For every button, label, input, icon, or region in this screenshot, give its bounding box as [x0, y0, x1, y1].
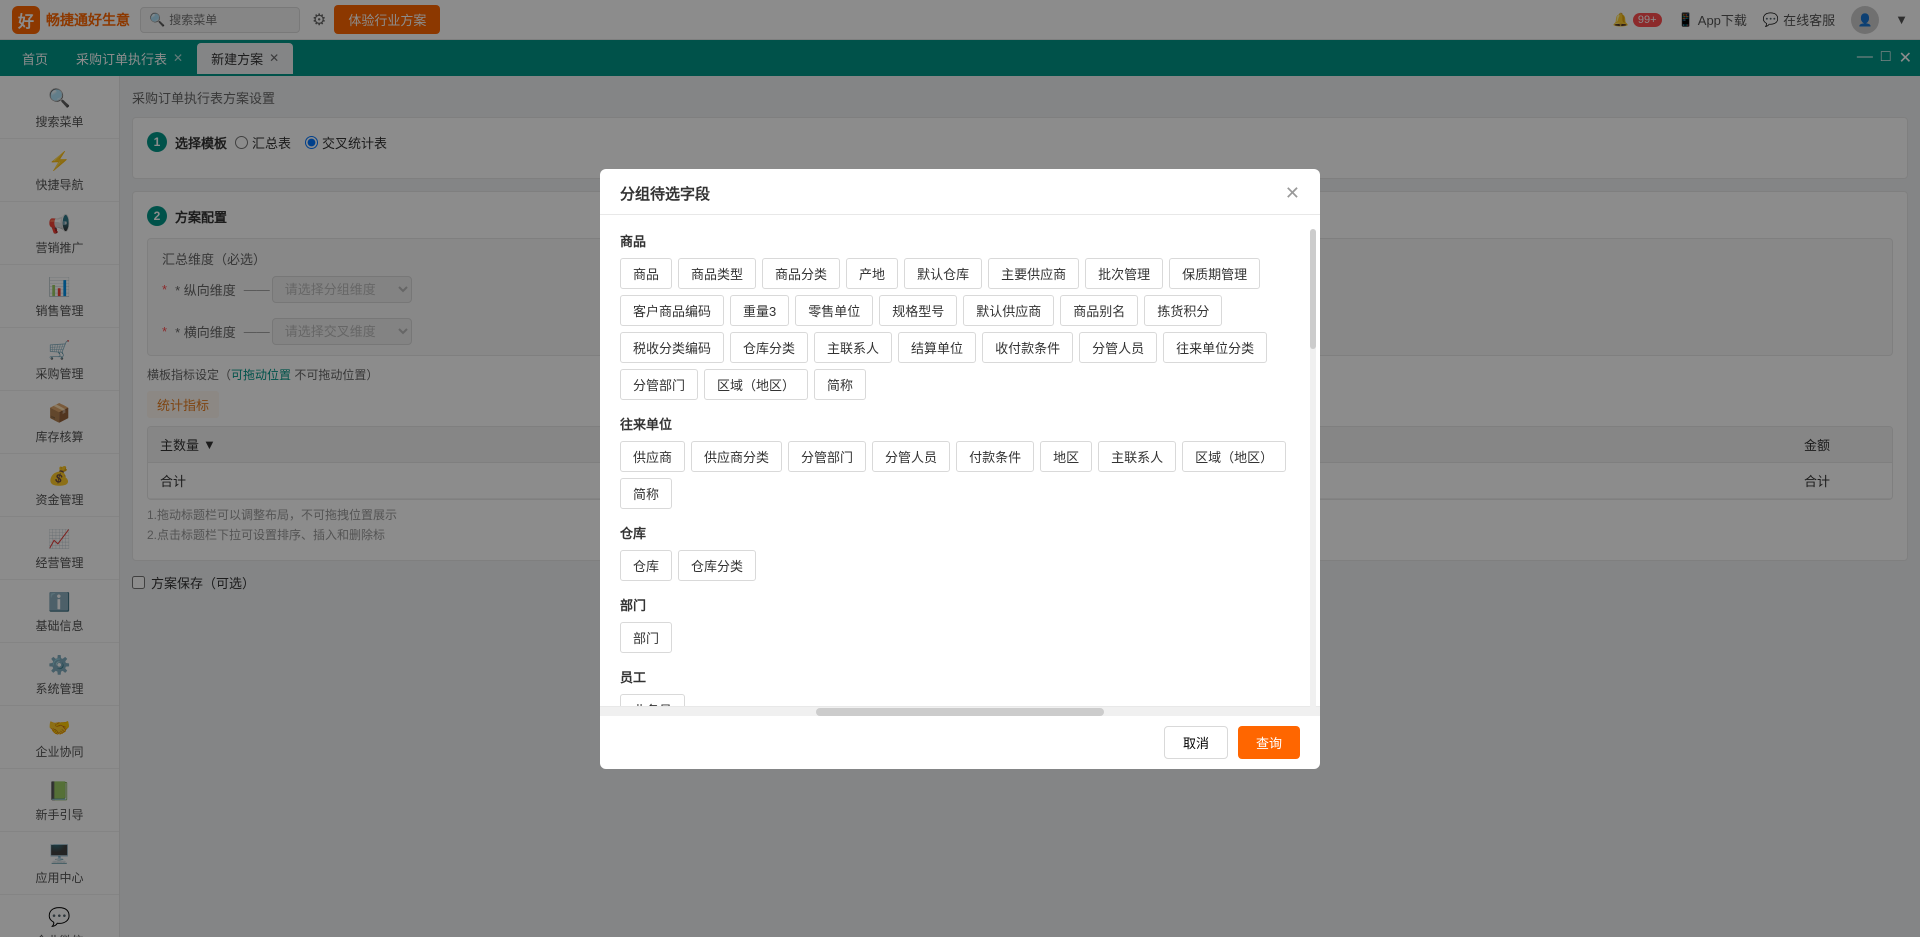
section-product-title: 商品	[620, 231, 1300, 250]
tag-supplier[interactable]: 供应商	[620, 441, 685, 472]
tag-partner-abbr[interactable]: 简称	[620, 478, 672, 509]
tag-warehouse-cat[interactable]: 仓库分类	[730, 332, 808, 363]
section-product: 商品 商品 商品类型 商品分类 产地 默认仓库 主要供应商 批次管理 保质期管理…	[620, 231, 1300, 400]
tag-payment-cond[interactable]: 付款条件	[956, 441, 1034, 472]
tag-warehouse-category[interactable]: 仓库分类	[678, 550, 756, 581]
tag-abbr[interactable]: 简称	[814, 369, 866, 400]
section-dept: 部门 部门	[620, 595, 1300, 653]
tag-product[interactable]: 商品	[620, 258, 672, 289]
tag-partner-supervisor[interactable]: 分管人员	[872, 441, 950, 472]
confirm-button[interactable]: 查询	[1238, 726, 1300, 759]
section-partner: 往来单位 供应商 供应商分类 分管部门 分管人员 付款条件 地区 主联系人 区域…	[620, 414, 1300, 509]
tag-product-type[interactable]: 商品类型	[678, 258, 756, 289]
tag-default-warehouse[interactable]: 默认仓库	[904, 258, 982, 289]
tag-main-contact[interactable]: 主联系人	[814, 332, 892, 363]
section-employee: 员工 业务员	[620, 667, 1300, 707]
tag-pick-points[interactable]: 拣货积分	[1144, 295, 1222, 326]
tag-default-supplier[interactable]: 默认供应商	[963, 295, 1054, 326]
tag-weight[interactable]: 重量3	[730, 295, 789, 326]
hscroll-thumb	[816, 708, 1104, 716]
tag-settlement-unit[interactable]: 结算单位	[898, 332, 976, 363]
section-warehouse-title: 仓库	[620, 523, 1300, 542]
tag-dept-mgmt[interactable]: 分管部门	[620, 369, 698, 400]
tag-salesperson[interactable]: 业务员	[620, 694, 685, 707]
field-select-modal: 分组待选字段 ✕ 商品 商品 商品类型 商品分类 产地 默认仓库 主要供应商 批…	[600, 169, 1320, 769]
modal-body: 商品 商品 商品类型 商品分类 产地 默认仓库 主要供应商 批次管理 保质期管理…	[600, 215, 1320, 707]
modal-header: 分组待选字段 ✕	[600, 169, 1320, 215]
modal-overlay[interactable]: 分组待选字段 ✕ 商品 商品 商品类型 商品分类 产地 默认仓库 主要供应商 批…	[0, 0, 1920, 937]
tag-origin[interactable]: 产地	[846, 258, 898, 289]
partner-tags: 供应商 供应商分类 分管部门 分管人员 付款条件 地区 主联系人 区域（地区） …	[620, 441, 1300, 509]
tag-main-supplier[interactable]: 主要供应商	[988, 258, 1079, 289]
tag-region[interactable]: 区域（地区）	[704, 369, 808, 400]
modal-vertical-scrollbar[interactable]	[1310, 229, 1316, 709]
section-partner-title: 往来单位	[620, 414, 1300, 433]
tag-retail-unit[interactable]: 零售单位	[795, 295, 873, 326]
tag-product-alias[interactable]: 商品别名	[1060, 295, 1138, 326]
tag-warehouse[interactable]: 仓库	[620, 550, 672, 581]
cancel-button[interactable]: 取消	[1164, 726, 1228, 759]
section-warehouse: 仓库 仓库 仓库分类	[620, 523, 1300, 581]
tag-tax-code[interactable]: 税收分类编码	[620, 332, 724, 363]
employee-tags: 业务员	[620, 694, 1300, 707]
tag-expiry-mgmt[interactable]: 保质期管理	[1169, 258, 1260, 289]
tag-partner-region[interactable]: 区域（地区）	[1182, 441, 1286, 472]
tag-spec-model[interactable]: 规格型号	[879, 295, 957, 326]
modal-footer: 取消 查询	[600, 715, 1320, 769]
tag-partner-contact[interactable]: 主联系人	[1098, 441, 1176, 472]
section-dept-title: 部门	[620, 595, 1300, 614]
vscroll-thumb	[1310, 229, 1316, 349]
tag-payment-terms[interactable]: 收付款条件	[982, 332, 1073, 363]
tag-batch-mgmt[interactable]: 批次管理	[1085, 258, 1163, 289]
tag-supervisor[interactable]: 分管人员	[1079, 332, 1157, 363]
product-tags: 商品 商品类型 商品分类 产地 默认仓库 主要供应商 批次管理 保质期管理 客户…	[620, 258, 1300, 400]
tag-customer-sku[interactable]: 客户商品编码	[620, 295, 724, 326]
tag-partner-dept[interactable]: 分管部门	[788, 441, 866, 472]
section-employee-title: 员工	[620, 667, 1300, 686]
modal-close-button[interactable]: ✕	[1285, 183, 1300, 204]
dept-tags: 部门	[620, 622, 1300, 653]
modal-horizontal-scrollbar[interactable]	[600, 706, 1320, 714]
tag-supplier-cat[interactable]: 供应商分类	[691, 441, 782, 472]
modal-title: 分组待选字段	[620, 183, 710, 204]
warehouse-tags: 仓库 仓库分类	[620, 550, 1300, 581]
tag-product-category[interactable]: 商品分类	[762, 258, 840, 289]
tag-dept[interactable]: 部门	[620, 622, 672, 653]
tag-partner-cat[interactable]: 往来单位分类	[1163, 332, 1267, 363]
tag-area[interactable]: 地区	[1040, 441, 1092, 472]
